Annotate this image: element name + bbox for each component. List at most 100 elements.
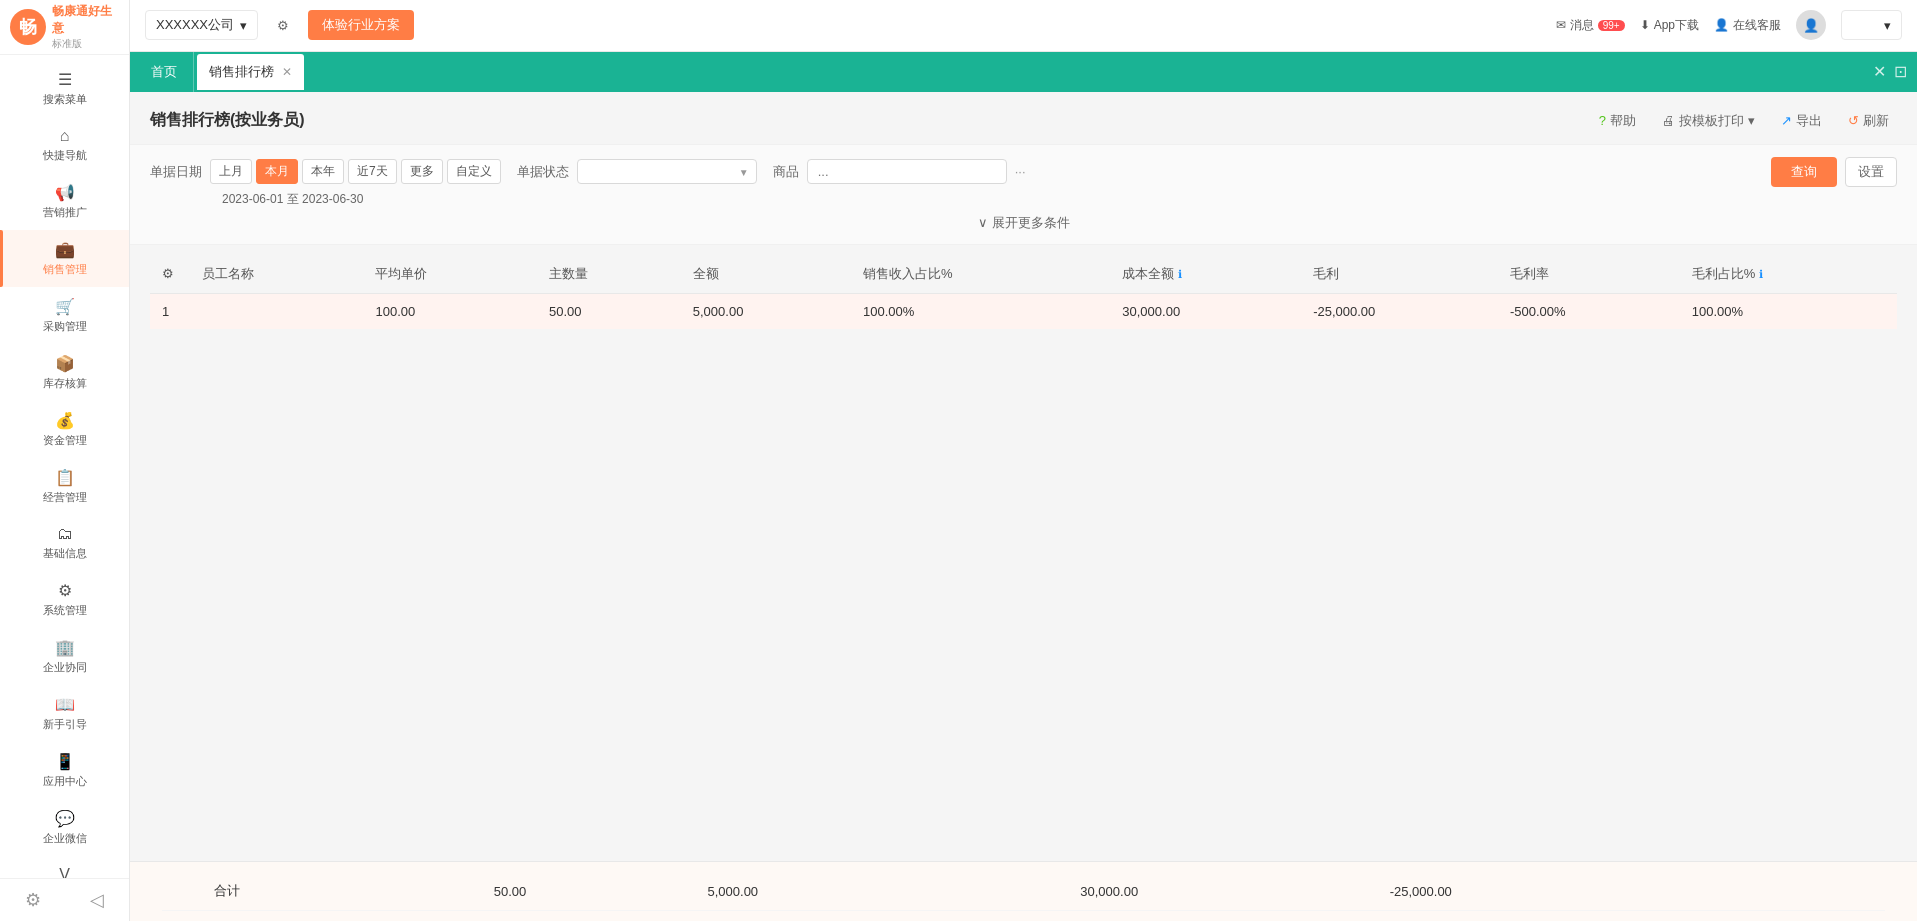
nav-icon-purchase: 🛒	[55, 297, 75, 316]
th-amount: 全额	[681, 255, 851, 294]
tab-home[interactable]: 首页	[135, 52, 194, 92]
sidebar-item-app-center[interactable]: 📱 应用中心	[0, 742, 129, 799]
sidebar-item-search-order[interactable]: ☰ 搜索菜单	[0, 60, 129, 117]
cell-avg-price: 100.00	[363, 293, 536, 329]
sidebar-item-inventory[interactable]: 📦 库存核算	[0, 344, 129, 401]
nav-icon-finance: 💰	[55, 411, 75, 430]
table-scroll-area: ⚙ 员工名称 平均单价 主数量 全额 销售收入占比% 成本全额 ℹ 毛利 毛利率…	[130, 245, 1917, 861]
tab-close-btn[interactable]: ✕	[282, 65, 292, 79]
brand-name: 畅康通好生意	[52, 3, 119, 37]
sidebar-item-finance[interactable]: 💰 资金管理	[0, 401, 129, 458]
cell-gross-rate: -500.00%	[1498, 293, 1680, 329]
sidebar-item-system[interactable]: ⚙ 系统管理	[0, 571, 129, 628]
page-header: 销售排行榜(按业务员) ? 帮助 🖨 按模板打印 ▾ ↗ 导出 ↺ 刷新	[130, 92, 1917, 145]
date-btn-7days[interactable]: 近7天	[348, 159, 397, 184]
refresh-btn[interactable]: ↺ 刷新	[1840, 108, 1897, 134]
date-filter: 上月 本月 本年 近7天 更多 自定义	[210, 159, 501, 184]
logo-text: 畅康通好生意 标准版	[52, 3, 119, 51]
footer-gross: -25,000.00	[1378, 872, 1704, 911]
footer-label: 合计	[202, 872, 391, 911]
query-button[interactable]: 查询	[1771, 157, 1837, 187]
topbar-settings-btn[interactable]: ⚙	[268, 10, 298, 40]
nav-icon-app-center: 📱	[55, 752, 75, 771]
online-service-icon: 👤	[1714, 18, 1729, 32]
sidebar: 畅 畅康通好生意 标准版 ☰ 搜索菜单 ⌂ 快捷导航 📢 营销推广 💼 销售管理…	[0, 0, 130, 921]
date-range-text: 2023-06-01 至 2023-06-30	[222, 192, 363, 206]
status-filter-group: 单据状态	[517, 159, 757, 184]
trial-button[interactable]: 体验行业方案	[308, 10, 414, 40]
message-label: 消息	[1570, 17, 1594, 34]
expand-btn[interactable]: ∨ 展开更多条件	[150, 214, 1897, 232]
goods-more-btn[interactable]: ···	[1015, 164, 1026, 179]
footer-row: 合计 50.00 5,000.00 30,000.00 -25,000.00	[162, 872, 1885, 911]
nav-label-inventory: 库存核算	[43, 376, 87, 391]
sidebar-item-wechat[interactable]: 💬 企业微信	[0, 799, 129, 856]
th-gross-pct: 毛利占比% ℹ	[1680, 255, 1897, 294]
nav-icon-search-order: ☰	[58, 70, 72, 89]
date-btn-more[interactable]: 更多	[401, 159, 443, 184]
nav-label-sales: 销售管理	[43, 262, 87, 277]
tab-close-all-btn[interactable]: ✕	[1873, 62, 1886, 81]
template-print-btn[interactable]: 🖨 按模板打印 ▾	[1654, 108, 1763, 134]
date-btn-custom[interactable]: 自定义	[447, 159, 501, 184]
export-btn[interactable]: ↗ 导出	[1773, 108, 1830, 134]
cell-gross: -25,000.00	[1301, 293, 1498, 329]
message-btn[interactable]: ✉ 消息 99+	[1556, 17, 1625, 34]
date-btn-this-year[interactable]: 本年	[302, 159, 344, 184]
nav-label-purchase: 采购管理	[43, 319, 87, 334]
nav-label-system: 系统管理	[43, 603, 87, 618]
nav-label-search-order: 搜索菜单	[43, 92, 87, 107]
nav-icon-inventory: 📦	[55, 354, 75, 373]
sidebar-item-enterprise[interactable]: 🏢 企业协同	[0, 628, 129, 685]
nav-label-basic-info: 基础信息	[43, 546, 87, 561]
sidebar-collapse-btn[interactable]: ◁	[90, 889, 104, 911]
status-select[interactable]	[577, 159, 757, 184]
sidebar-nav: ☰ 搜索菜单 ⌂ 快捷导航 📢 营销推广 💼 销售管理 🛒 采购管理 📦 库存核…	[0, 55, 129, 878]
cell-amount: 5,000.00	[681, 293, 851, 329]
help-btn[interactable]: ? 帮助	[1591, 108, 1644, 134]
online-service-label: 在线客服	[1733, 17, 1781, 34]
print-icon: 🖨	[1662, 113, 1675, 128]
footer-empty	[162, 872, 202, 911]
footer-gross-rate	[1703, 872, 1794, 911]
date-filter-group: 单据日期 上月 本月 本年 近7天 更多 自定义	[150, 159, 501, 184]
settings-button[interactable]: 设置	[1845, 157, 1897, 187]
sidebar-settings-btn[interactable]: ⚙	[25, 889, 41, 911]
expand-label: 展开更多条件	[992, 214, 1070, 232]
footer-gross-pct	[1794, 872, 1885, 911]
date-btn-this-month[interactable]: 本月	[256, 159, 298, 184]
online-service-btn[interactable]: 👤 在线客服	[1714, 17, 1781, 34]
page-wrapper: 销售排行榜(按业务员) ? 帮助 🖨 按模板打印 ▾ ↗ 导出 ↺ 刷新	[130, 92, 1917, 921]
nav-icon-basic-info: 🗂	[57, 525, 73, 543]
sidebar-item-basic-info[interactable]: 🗂 基础信息	[0, 515, 129, 571]
sidebar-item-sales[interactable]: 💼 销售管理	[0, 230, 129, 287]
sidebar-item-operations[interactable]: 📋 经营管理	[0, 458, 129, 515]
th-quantity: 主数量	[537, 255, 681, 294]
refresh-label: 刷新	[1863, 112, 1889, 130]
company-select[interactable]: XXXXXX公司 ▾	[145, 10, 258, 40]
app-download-icon: ⬇	[1640, 18, 1650, 32]
date-btn-last-month[interactable]: 上月	[210, 159, 252, 184]
message-icon: ✉	[1556, 18, 1566, 32]
sidebar-item-purchase[interactable]: 🛒 采购管理	[0, 287, 129, 344]
sidebar-item-member[interactable]: V 畅会员	[0, 856, 129, 878]
nav-icon-enterprise: 🏢	[55, 638, 75, 657]
app-download-btn[interactable]: ⬇ App下载	[1640, 17, 1699, 34]
sidebar-item-quick-nav[interactable]: ⌂ 快捷导航	[0, 117, 129, 173]
table-area: ⚙ 员工名称 平均单价 主数量 全额 销售收入占比% 成本全额 ℹ 毛利 毛利率…	[130, 245, 1917, 340]
sidebar-item-guide[interactable]: 📖 新手引导	[0, 685, 129, 742]
sidebar-item-marketing[interactable]: 📢 营销推广	[0, 173, 129, 230]
nav-label-enterprise: 企业协同	[43, 660, 87, 675]
tab-sales-ranking[interactable]: 销售排行榜 ✕	[197, 54, 304, 90]
user-menu[interactable]: ▾	[1841, 10, 1902, 40]
footer-table: 合计 50.00 5,000.00 30,000.00 -25,000.00	[162, 872, 1885, 911]
tab-restore-btn[interactable]: ⊡	[1894, 62, 1907, 81]
user-avatar[interactable]: 👤	[1796, 10, 1826, 40]
refresh-icon: ↺	[1848, 113, 1859, 128]
topbar: XXXXXX公司 ▾ ⚙ 体验行业方案 ✉ 消息 99+ ⬇ App下载 👤 在…	[130, 0, 1917, 52]
table-body: 1 100.00 50.00 5,000.00 100.00% 30,000.0…	[150, 293, 1897, 329]
nav-icon-system: ⚙	[58, 581, 72, 600]
goods-input[interactable]	[807, 159, 1007, 184]
tabbar: 首页 销售排行榜 ✕ ✕ ⊡	[130, 52, 1917, 92]
table-footer: 合计 50.00 5,000.00 30,000.00 -25,000.00	[130, 861, 1917, 921]
